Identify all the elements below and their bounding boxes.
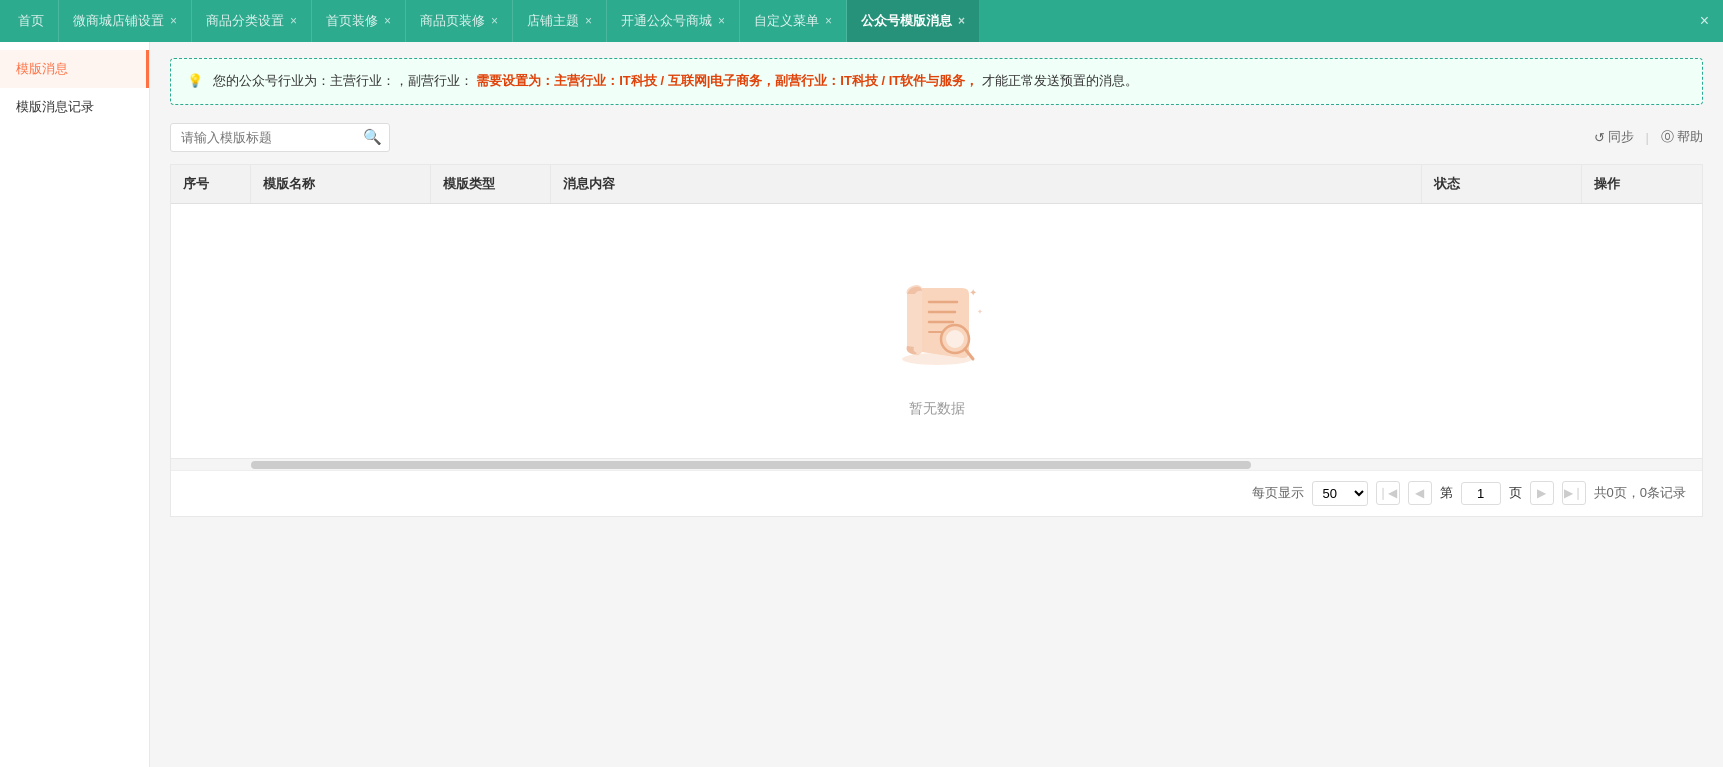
content-area: 💡 您的公众号行业为：主营行业：，副营行业： 需要设置为：主营行业：IT科技 /… (150, 42, 1723, 767)
col-status: 状态 (1422, 165, 1582, 203)
main-layout: 模版消息 模版消息记录 💡 您的公众号行业为：主营行业：，副营行业： 需要设置为… (0, 42, 1723, 767)
page-input[interactable]: 1 (1461, 482, 1501, 505)
scrollbar-thumb[interactable] (251, 461, 1251, 469)
col-index: 序号 (171, 165, 251, 203)
sync-icon: ↺ (1594, 130, 1605, 145)
col-action: 操作 (1582, 165, 1702, 203)
notice-suffix: 才能正常发送预置的消息。 (982, 73, 1138, 88)
page-label: 第 (1440, 484, 1453, 502)
tab-open-store-label: 开通公众号商城 (621, 12, 712, 30)
horizontal-scrollbar[interactable] (171, 458, 1702, 470)
tab-product-cat-close[interactable]: × (290, 14, 297, 28)
tab-open-store[interactable]: 开通公众号商城 × (607, 0, 740, 42)
sidebar-item-template-message-log-label: 模版消息记录 (16, 99, 94, 114)
tab-micro-store[interactable]: 微商城店铺设置 × (59, 0, 192, 42)
empty-state: ✦ ✦ 暂无数据 (171, 204, 1702, 458)
tab-bar: 首页 微商城店铺设置 × 商品分类设置 × 首页装修 × 商品页装修 × 店铺主… (0, 0, 1723, 42)
search-bar: 🔍 ↺ 同步 | ⓪ 帮助 (170, 123, 1703, 152)
search-input-wrap: 🔍 (170, 123, 390, 152)
notice-prefix: 您的公众号行业为：主营行业：，副营行业： (213, 73, 473, 88)
tab-custom-menu-label: 自定义菜单 (754, 12, 819, 30)
tab-product-cat-label: 商品分类设置 (206, 12, 284, 30)
sidebar: 模版消息 模版消息记录 (0, 42, 150, 767)
svg-text:✦: ✦ (969, 287, 977, 298)
tab-product-cat[interactable]: 商品分类设置 × (192, 0, 312, 42)
table-header: 序号 模版名称 模版类型 消息内容 状态 操作 (171, 165, 1702, 204)
col-type: 模版类型 (431, 165, 551, 203)
search-button[interactable]: 🔍 (363, 128, 382, 146)
notice-icon: 💡 (187, 73, 203, 88)
tab-home-decor-label: 首页装修 (326, 12, 378, 30)
tab-micro-store-close[interactable]: × (170, 14, 177, 28)
page-total: 共0页，0条记录 (1594, 484, 1686, 502)
tab-product-decor-close[interactable]: × (491, 14, 498, 28)
empty-illustration: ✦ ✦ (877, 264, 997, 384)
page-size-label: 每页显示 (1252, 484, 1304, 502)
last-page-button[interactable]: ▶❘ (1562, 481, 1586, 505)
tab-home-decor-close[interactable]: × (384, 14, 391, 28)
search-actions: ↺ 同步 | ⓪ 帮助 (1594, 128, 1703, 146)
next-page-button[interactable]: ▶ (1530, 481, 1554, 505)
page-unit: 页 (1509, 484, 1522, 502)
close-all-button[interactable]: × (1690, 12, 1719, 30)
tab-home[interactable]: 首页 (4, 0, 59, 42)
tab-template-msg-label: 公众号模版消息 (861, 12, 952, 30)
tab-home-decor[interactable]: 首页装修 × (312, 0, 406, 42)
tab-template-msg[interactable]: 公众号模版消息 × (847, 0, 980, 42)
svg-point-6 (946, 330, 964, 348)
tab-open-store-close[interactable]: × (718, 14, 725, 28)
tab-store-theme-close[interactable]: × (585, 14, 592, 28)
prev-page-button[interactable]: ◀ (1408, 481, 1432, 505)
sync-label: 同步 (1608, 128, 1634, 146)
toolbar-divider: | (1646, 130, 1649, 145)
col-content: 消息内容 (551, 165, 1422, 203)
tab-custom-menu-close[interactable]: × (825, 14, 832, 28)
help-button[interactable]: ⓪ 帮助 (1661, 128, 1703, 146)
empty-text: 暂无数据 (909, 400, 965, 418)
tab-template-msg-close[interactable]: × (958, 14, 965, 28)
tab-store-theme-label: 店铺主题 (527, 12, 579, 30)
col-name: 模版名称 (251, 165, 431, 203)
page-size-select[interactable]: 50 10 20 100 (1312, 481, 1368, 506)
help-label: 帮助 (1677, 128, 1703, 146)
tab-custom-menu[interactable]: 自定义菜单 × (740, 0, 847, 42)
sidebar-item-template-message[interactable]: 模版消息 (0, 50, 149, 88)
tab-micro-store-label: 微商城店铺设置 (73, 12, 164, 30)
help-icon: ⓪ (1661, 128, 1674, 146)
svg-text:✦: ✦ (977, 308, 983, 315)
tab-product-decor[interactable]: 商品页装修 × (406, 0, 513, 42)
sidebar-item-template-message-label: 模版消息 (16, 61, 68, 76)
notice-highlight: 需要设置为：主营行业：IT科技 / 互联网|电子商务，副营行业：IT科技 / I… (476, 73, 978, 88)
tab-store-theme[interactable]: 店铺主题 × (513, 0, 607, 42)
first-page-button[interactable]: ❘◀ (1376, 481, 1400, 505)
tab-home-label: 首页 (18, 12, 44, 30)
tab-product-decor-label: 商品页装修 (420, 12, 485, 30)
pagination: 每页显示 50 10 20 100 ❘◀ ◀ 第 1 页 ▶ ▶❘ 共0页，0条… (171, 470, 1702, 516)
sidebar-item-template-message-log[interactable]: 模版消息记录 (0, 88, 149, 126)
sync-button[interactable]: ↺ 同步 (1594, 128, 1634, 146)
notice-box: 💡 您的公众号行业为：主营行业：，副营行业： 需要设置为：主营行业：IT科技 /… (170, 58, 1703, 105)
search-input[interactable] (170, 123, 390, 152)
data-table: 序号 模版名称 模版类型 消息内容 状态 操作 (170, 164, 1703, 517)
